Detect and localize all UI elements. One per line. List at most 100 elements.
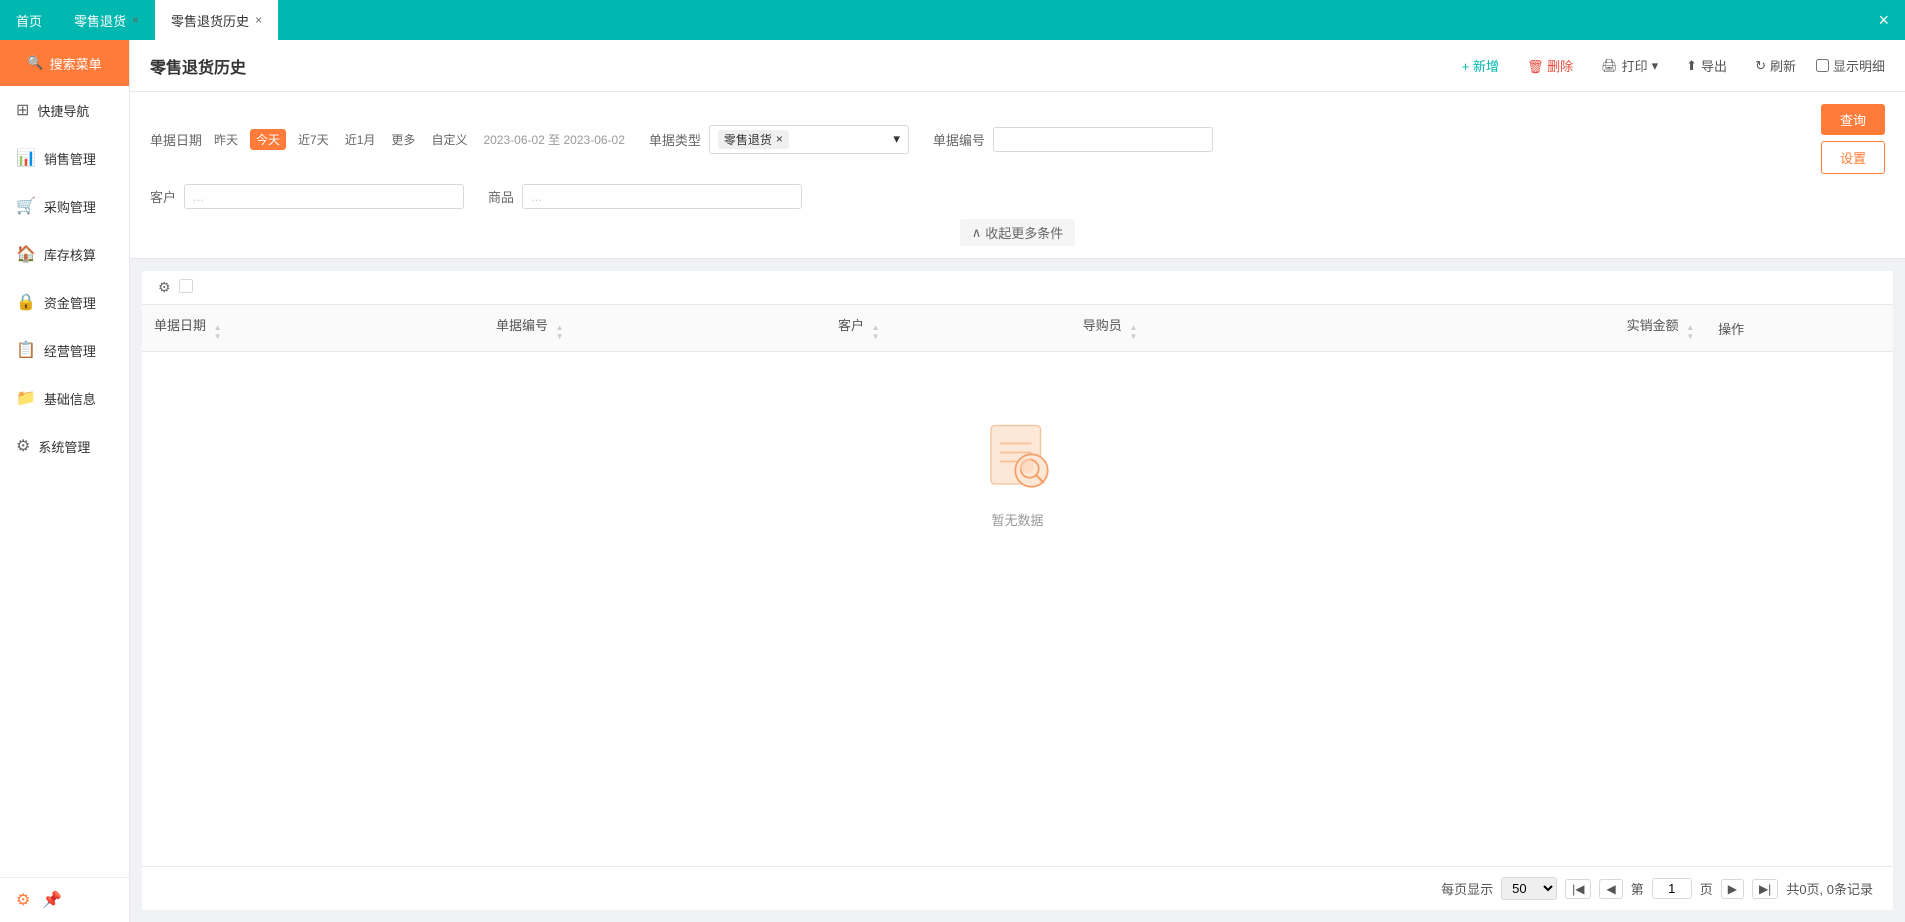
- date-shortcuts: 昨天 今天 近7天 近1月 更多 自定义: [210, 129, 471, 150]
- filter-voucher-type: 单据类型 零售退货 × ▾: [649, 125, 909, 154]
- customer-dots: ...: [193, 189, 204, 204]
- th-customer[interactable]: 客户 ▲▼: [826, 305, 1071, 352]
- table-settings-icon[interactable]: ⚙: [158, 279, 171, 296]
- page-prev-button[interactable]: ◀: [1599, 879, 1622, 899]
- add-button[interactable]: + 新增: [1454, 52, 1507, 79]
- date-btn-custom[interactable]: 自定义: [427, 129, 471, 150]
- current-page-prefix: 第: [1631, 879, 1644, 898]
- sidebar-bottom: ⚙ 📌: [0, 877, 129, 922]
- th-voucher-date-label: 单据日期: [154, 318, 206, 333]
- voucher-type-select[interactable]: 零售退货 × ▾: [709, 125, 909, 154]
- date-btn-more[interactable]: 更多: [387, 129, 419, 150]
- data-table: 单据日期 ▲▼ 单据编号 ▲▼ 客户 ▲▼: [142, 305, 1893, 352]
- th-guide[interactable]: 导购员 ▲▼: [1071, 305, 1364, 352]
- sort-guide[interactable]: ▲▼: [1129, 324, 1137, 341]
- voucher-no-label: 单据编号: [933, 130, 985, 149]
- export-button[interactable]: ⬆ 导出: [1678, 52, 1735, 79]
- filter-row-2: 客户 ... 商品 ...: [150, 184, 1885, 209]
- toolbar: + 新增 🗑 删除 🖨 打印 ▾ ⬆ 导出 ↻ 刷新 显示明细: [1454, 52, 1885, 91]
- sidebar-item-inventory[interactable]: 🏠 库存核算: [0, 230, 129, 278]
- tab-retail-return-close[interactable]: ×: [132, 13, 139, 27]
- sidebar-settings-icon[interactable]: ⚙: [16, 890, 30, 910]
- date-btn-today[interactable]: 今天: [250, 129, 286, 150]
- sidebar-item-sales-mgmt[interactable]: 📊 销售管理: [0, 134, 129, 182]
- collapse-button[interactable]: ∧ 收起更多条件: [960, 219, 1076, 246]
- total-info: 共0页, 0条记录: [1786, 879, 1873, 898]
- current-page-input[interactable]: [1652, 878, 1692, 899]
- print-button[interactable]: 🖨 打印 ▾: [1593, 52, 1666, 79]
- sidebar-item-system-mgmt[interactable]: ⚙ 系统管理: [0, 422, 129, 470]
- collapse-label: 收起更多条件: [985, 223, 1063, 242]
- sort-voucher-no[interactable]: ▲▼: [556, 324, 564, 341]
- tab-retail-return[interactable]: 零售退货 ×: [58, 0, 155, 40]
- sidebar-item-purchase-mgmt[interactable]: 🛒 采购管理: [0, 182, 129, 230]
- sort-voucher-date[interactable]: ▲▼: [214, 324, 222, 341]
- select-all-checkbox[interactable]: [179, 279, 193, 293]
- sidebar-item-basic-info-label: 基础信息: [44, 389, 96, 408]
- table-scroll-area: 单据日期 ▲▼ 单据编号 ▲▼ 客户 ▲▼: [142, 305, 1893, 866]
- delete-button[interactable]: 🗑 删除: [1519, 52, 1581, 79]
- tab-retail-return-history-label: 零售退货历史: [171, 11, 249, 30]
- tab-retail-return-history[interactable]: 零售退货历史 ×: [155, 0, 278, 40]
- print-icon: 🖨: [1601, 58, 1618, 74]
- pagination: 每页显示 50 10 20 100 |◀ ◀ 第 页 ▶ ▶| 共0页, 0条记…: [142, 866, 1893, 910]
- top-bar: 首页 零售退货 × 零售退货历史 × ×: [0, 0, 1905, 40]
- sort-actual-amount[interactable]: ▲▼: [1686, 324, 1694, 341]
- show-detail-checkbox[interactable]: [1816, 59, 1829, 72]
- tab-list: 首页 零售退货 × 零售退货历史 ×: [0, 0, 1862, 40]
- page-first-button[interactable]: |◀: [1565, 879, 1591, 899]
- sidebar-search[interactable]: 🔍 搜索菜单: [0, 40, 129, 86]
- query-button[interactable]: 查询: [1821, 104, 1885, 135]
- filter-area: 单据日期 昨天 今天 近7天 近1月 更多 自定义 2023-06-02 至 2…: [130, 92, 1905, 259]
- goods-select[interactable]: ...: [522, 184, 802, 209]
- th-actual-amount[interactable]: 实销金额 ▲▼: [1364, 305, 1706, 352]
- date-btn-1month[interactable]: 近1月: [341, 129, 380, 150]
- sidebar-item-operations-mgmt[interactable]: 📋 经营管理: [0, 326, 129, 374]
- tab-retail-return-history-close[interactable]: ×: [255, 13, 262, 27]
- sidebar-item-inventory-label: 库存核算: [44, 245, 96, 264]
- page-size-label: 每页显示: [1441, 879, 1493, 898]
- th-actual-amount-label: 实销金额: [1627, 318, 1679, 333]
- query-setting-buttons: 查询 设置: [1821, 104, 1885, 174]
- date-btn-7days[interactable]: 近7天: [294, 129, 333, 150]
- setting-button[interactable]: 设置: [1821, 141, 1885, 174]
- window-close-icon[interactable]: ×: [1862, 10, 1905, 31]
- th-voucher-no[interactable]: 单据编号 ▲▼: [484, 305, 826, 352]
- sidebar-item-finance-mgmt[interactable]: 🔒 资金管理: [0, 278, 129, 326]
- th-operation-label: 操作: [1718, 322, 1744, 337]
- tab-home-label: 首页: [16, 11, 42, 30]
- date-btn-yesterday[interactable]: 昨天: [210, 129, 242, 150]
- table-header-row: 单据日期 ▲▼ 单据编号 ▲▼ 客户 ▲▼: [142, 305, 1893, 352]
- th-operation: 操作: [1706, 305, 1893, 352]
- sidebar-item-operations-mgmt-label: 经营管理: [44, 341, 96, 360]
- sidebar: 🔍 搜索菜单 ⊞ 快捷导航 📊 销售管理 🛒 采购管理 🏠 库存核算 🔒 资金管…: [0, 40, 130, 922]
- page-size-select[interactable]: 50 10 20 100: [1501, 877, 1557, 900]
- empty-text: 暂无数据: [991, 510, 1043, 529]
- voucher-type-tag-close[interactable]: ×: [776, 132, 783, 146]
- voucher-no-input[interactable]: [993, 127, 1213, 152]
- sidebar-pin-icon[interactable]: 📌: [42, 890, 62, 910]
- page-last-button[interactable]: ▶|: [1752, 879, 1778, 899]
- sidebar-item-quick-nav-label: 快捷导航: [37, 101, 89, 120]
- refresh-icon: ↻: [1755, 58, 1766, 74]
- goods-label: 商品: [488, 187, 514, 206]
- refresh-button[interactable]: ↻ 刷新: [1747, 52, 1804, 79]
- tab-home[interactable]: 首页: [0, 0, 58, 40]
- show-detail-toggle[interactable]: 显示明细: [1816, 56, 1885, 75]
- main-layout: 🔍 搜索菜单 ⊞ 快捷导航 📊 销售管理 🛒 采购管理 🏠 库存核算 🔒 资金管…: [0, 40, 1905, 922]
- sort-customer[interactable]: ▲▼: [872, 324, 880, 341]
- customer-select[interactable]: ...: [184, 184, 464, 209]
- empty-state: 暂无数据: [142, 352, 1893, 589]
- search-icon: 🔍: [27, 55, 43, 71]
- sales-mgmt-icon: 📊: [16, 148, 36, 168]
- th-voucher-date[interactable]: 单据日期 ▲▼: [142, 305, 484, 352]
- sidebar-item-basic-info[interactable]: 📁 基础信息: [0, 374, 129, 422]
- table-checkbox-all: [179, 279, 193, 296]
- refresh-label: 刷新: [1770, 56, 1796, 75]
- page-next-button[interactable]: ▶: [1721, 879, 1744, 899]
- show-detail-label: 显示明细: [1833, 56, 1885, 75]
- sidebar-item-quick-nav[interactable]: ⊞ 快捷导航: [0, 86, 129, 134]
- th-guide-label: 导购员: [1083, 318, 1122, 333]
- voucher-type-tag: 零售退货 ×: [718, 130, 789, 149]
- filter-voucher-no: 单据编号: [933, 127, 1213, 152]
